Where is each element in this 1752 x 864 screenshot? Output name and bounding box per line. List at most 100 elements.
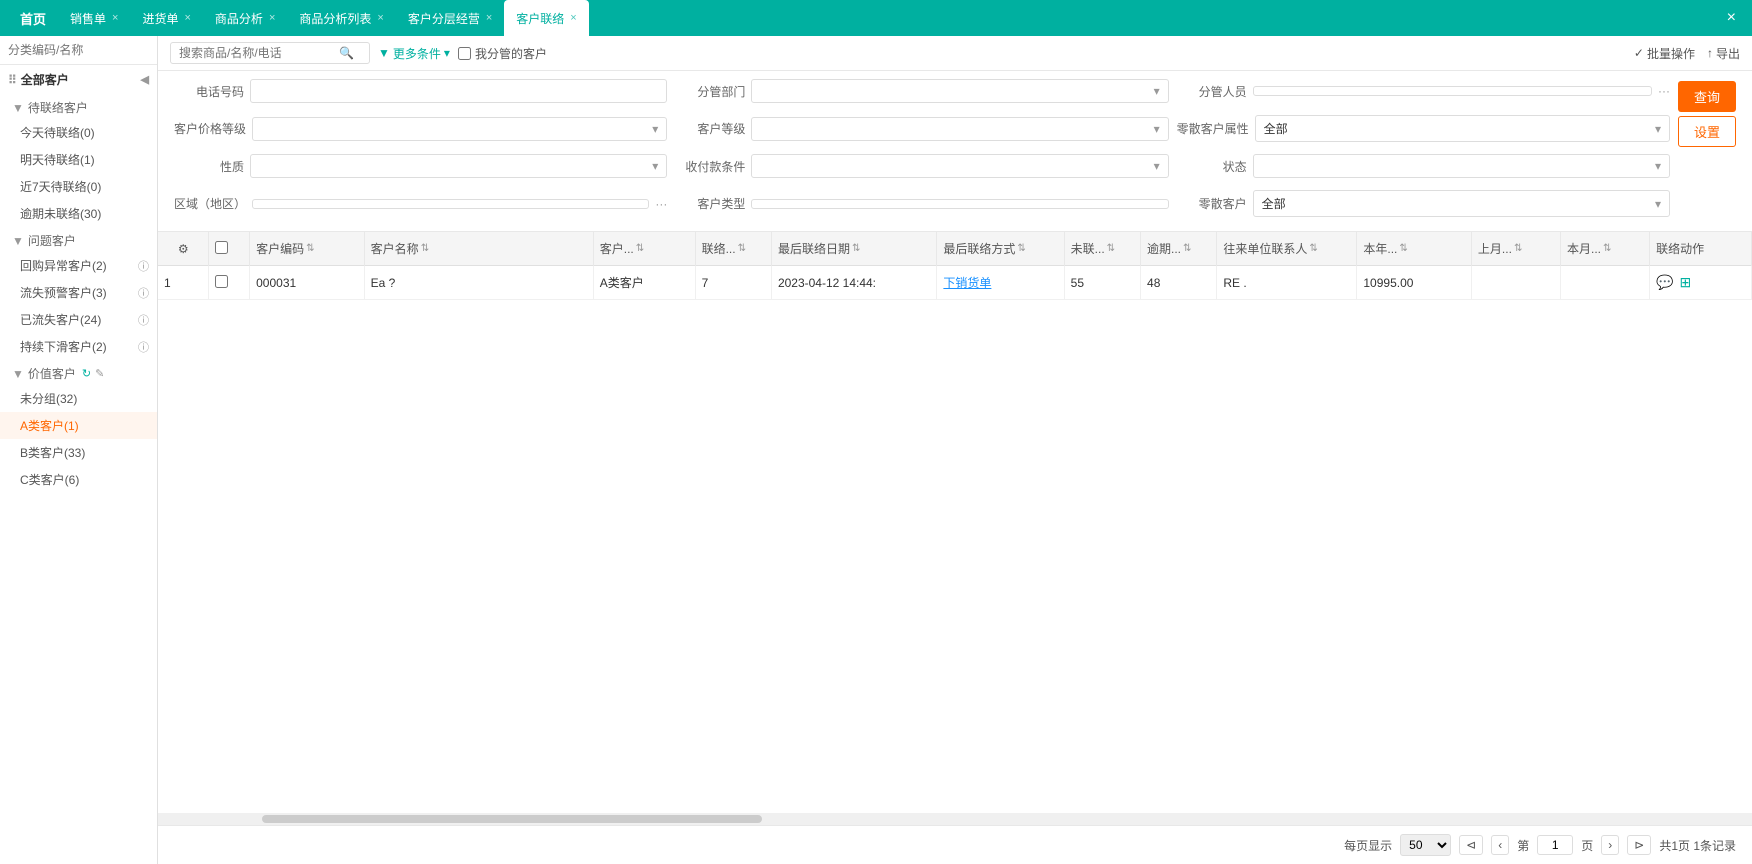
search-box[interactable]: 🔍 [170,42,370,64]
close-customer-mgmt-tab[interactable]: × [486,12,492,24]
scroll-thumb[interactable] [262,815,762,823]
prev-page-btn[interactable]: ‹ [1491,835,1509,855]
settings-button[interactable]: 设置 [1678,116,1736,147]
row-checkbox-cell[interactable] [209,266,250,300]
col-this-month[interactable]: 本月... ⇅ [1561,232,1650,266]
last-method-link[interactable]: 下销货单 [943,276,991,290]
col-overdue[interactable]: 逾期... ⇅ [1141,232,1217,266]
region-more-icon[interactable]: ··· [655,197,667,211]
nav-home[interactable]: 首页 [8,0,58,36]
close-customer-contact-tab[interactable]: × [570,12,576,24]
row-checkbox[interactable] [215,275,228,288]
contact-sort-icon[interactable]: ⇅ [738,243,746,254]
nature-select[interactable]: ▾ [250,154,667,178]
dept-select[interactable]: ▾ [751,79,1168,103]
sidebar-group-pending[interactable]: ▼ 待联络客户 [0,94,157,119]
staff-select[interactable] [1253,86,1652,96]
lastmethod-sort-icon[interactable]: ⇅ [1017,243,1025,254]
col-last-date[interactable]: 最后联络日期 ⇅ [771,232,936,266]
cust-type-select[interactable] [751,199,1168,209]
close-sales-tab[interactable]: × [112,12,118,24]
sidebar-item-classB[interactable]: B类客户(33) [0,439,157,466]
custtype-sort-icon[interactable]: ⇅ [636,243,644,254]
retail2-select[interactable]: 全部 ▾ [1253,190,1670,217]
sidebar-item-declining[interactable]: 持续下滑客户(2) ⓘ [0,333,157,360]
col-name[interactable]: 客户名称 ⇅ [364,232,593,266]
search-input[interactable] [179,46,339,60]
first-page-btn[interactable]: ⊲ [1459,835,1483,855]
query-button[interactable]: 查询 [1678,81,1736,112]
last-page-btn[interactable]: ⊳ [1627,835,1651,855]
grid-icon[interactable]: ⊞ [1680,274,1692,291]
refresh-icon[interactable]: ↻ [82,367,91,380]
sidebar-item-overdue[interactable]: 逾期未联络(30) [0,200,157,227]
filter-customer-level: 客户等级 ▾ [675,117,1168,141]
sidebar-collapse-btn[interactable]: ◀ [141,73,149,86]
my-customers-checkbox[interactable] [458,47,471,60]
col-contact-person[interactable]: 往来单位联系人 ⇅ [1217,232,1357,266]
col-last-month[interactable]: 上月... ⇅ [1471,232,1560,266]
status-select[interactable]: ▾ [1253,154,1670,178]
chat-icon[interactable]: 💬 [1656,274,1673,291]
sidebar-item-tomorrow[interactable]: 明天待联络(1) [0,146,157,173]
close-purchase-tab[interactable]: × [184,12,190,24]
sidebar-item-repurchase[interactable]: 回购异常客户(2) ⓘ [0,252,157,279]
col-last-method[interactable]: 最后联络方式 ⇅ [937,232,1064,266]
sidebar-item-week[interactable]: 近7天待联络(0) [0,173,157,200]
nav-tab-purchase[interactable]: 进货单 × [130,0,202,36]
overdue-sort-icon[interactable]: ⇅ [1183,243,1191,254]
name-sort-icon[interactable]: ⇅ [421,243,429,254]
contactperson-sort-icon[interactable]: ⇅ [1309,243,1317,254]
close-all-tabs[interactable]: × [1719,9,1744,27]
batch-op-btn[interactable]: ✓ 批量操作 [1634,45,1695,62]
notcontact-sort-icon[interactable]: ⇅ [1107,243,1115,254]
row-last-method[interactable]: 下销货单 [937,266,1064,300]
phone-input[interactable] [250,79,667,103]
col-contact-count[interactable]: 联络... ⇅ [695,232,771,266]
lastmonth-sort-icon[interactable]: ⇅ [1514,243,1522,254]
nav-tab-customer-contact[interactable]: 客户联络 × [504,0,588,36]
lastdate-sort-icon[interactable]: ⇅ [852,243,860,254]
retail-attr-select[interactable]: 全部 ▾ [1255,115,1670,142]
nav-tab-customer-mgmt[interactable]: 客户分层经营 × [396,0,504,36]
nav-tab-analysis[interactable]: 商品分析 × [203,0,287,36]
close-analysis-list-tab[interactable]: × [377,12,383,24]
nav-tab-analysis-list[interactable]: 商品分析列表 × [287,0,395,36]
code-sort-icon[interactable]: ⇅ [306,243,314,254]
horizontal-scrollbar[interactable] [158,813,1752,825]
col-not-contacted[interactable]: 未联... ⇅ [1064,232,1140,266]
sidebar-all-customers[interactable]: ⠿ 全部客户 ◀ [0,65,157,94]
pay-select[interactable]: ▾ [751,154,1168,178]
next-page-btn[interactable]: › [1601,835,1619,855]
col-year-amount[interactable]: 本年... ⇅ [1357,232,1472,266]
sidebar-search-input[interactable] [8,43,158,57]
level-select[interactable]: ▾ [751,117,1168,141]
sidebar-group-problem[interactable]: ▼ 问题客户 [0,227,157,252]
sidebar-item-lostwarning[interactable]: 流失预警客户(3) ⓘ [0,279,157,306]
edit-icon[interactable]: ✎ [95,367,104,380]
thismonth-sort-icon[interactable]: ⇅ [1603,243,1611,254]
sidebar-item-today[interactable]: 今天待联络(0) [0,119,157,146]
price-select[interactable]: ▾ [252,117,667,141]
yearamt-sort-icon[interactable]: ⇅ [1399,243,1407,254]
export-btn[interactable]: ↑ 导出 [1707,45,1740,62]
sidebar-item-classA[interactable]: A类客户(1) [0,412,157,439]
col-checkbox[interactable] [209,232,250,266]
region-select[interactable] [252,199,649,209]
page-input[interactable] [1537,835,1573,855]
close-analysis-tab[interactable]: × [269,12,275,24]
more-conditions[interactable]: ▼ 更多条件 ▾ [378,45,450,62]
sidebar-item-lost[interactable]: 已流失客户(24) ⓘ [0,306,157,333]
select-all-checkbox[interactable] [215,241,228,254]
staff-more-icon[interactable]: ··· [1658,84,1670,98]
col-code[interactable]: 客户编码 ⇅ [250,232,365,266]
col-settings[interactable]: ⚙ [158,232,209,266]
page-size-select[interactable]: 50 100 200 [1400,834,1451,856]
col-cust-type[interactable]: 客户... ⇅ [593,232,695,266]
sidebar-search-box[interactable]: 🔍 [0,36,157,65]
search-icon[interactable]: 🔍 [339,46,354,60]
nav-tab-sales[interactable]: 销售单 × [58,0,130,36]
sidebar-item-classC[interactable]: C类客户(6) [0,466,157,493]
sidebar-group-value[interactable]: ▼ 价值客户 ↻ ✎ [0,360,157,385]
sidebar-item-ungroup[interactable]: 未分组(32) [0,385,157,412]
